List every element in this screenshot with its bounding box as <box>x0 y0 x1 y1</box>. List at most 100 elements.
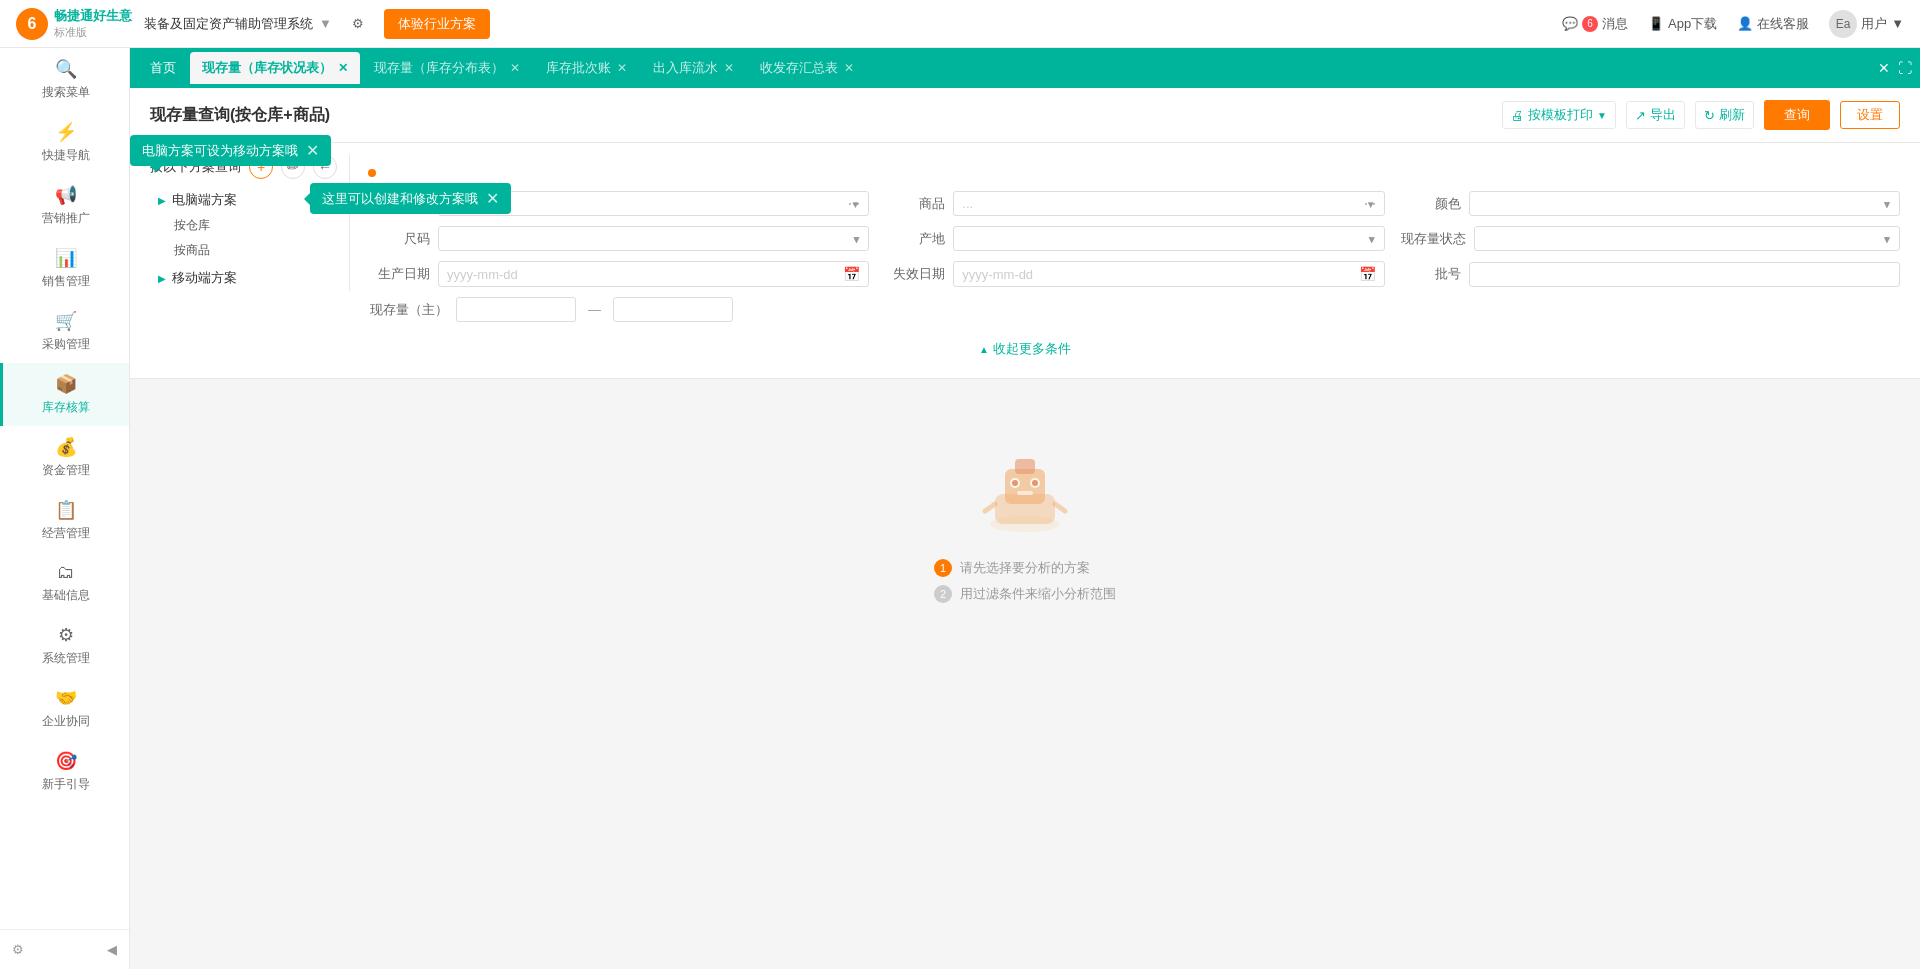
sidebar-item-basic-info[interactable]: 🗂 基础信息 <box>0 552 129 614</box>
tab-home[interactable]: 首页 <box>138 52 188 84</box>
tooltip-create-scheme: 这里可以创建和修改方案哦 ✕ <box>310 183 511 214</box>
trial-button[interactable]: 体验行业方案 <box>384 9 490 39</box>
empty-tips: 1 请先选择要分析的方案 2 用过滤条件来缩小分析范围 <box>934 559 1116 603</box>
operations-icon: 📋 <box>55 499 77 521</box>
goods-more-icon: ⋯ <box>1364 197 1376 211</box>
set-button[interactable]: 设置 <box>1840 101 1900 129</box>
svg-line-9 <box>985 504 995 511</box>
app-download-item[interactable]: 📱 App下载 <box>1648 15 1717 33</box>
sidebar-item-label: 营销推广 <box>42 210 90 227</box>
stock-main-to[interactable] <box>613 297 733 322</box>
stock-status-select[interactable] <box>1474 226 1900 251</box>
empty-tip-2: 2 用过滤条件来缩小分析范围 <box>934 585 1116 603</box>
scheme-item-by-warehouse[interactable]: 按仓库 <box>150 213 339 238</box>
avatar: Ea <box>1829 10 1857 38</box>
exp-date-calendar-icon: 📅 <box>1359 266 1376 282</box>
tooltip-close-create[interactable]: ✕ <box>486 189 499 208</box>
sidebar-item-label: 资金管理 <box>42 462 90 479</box>
system-title-dropdown-icon[interactable]: ▼ <box>319 16 332 31</box>
exp-date-input[interactable]: yyyy-mm-dd 📅 <box>953 261 1384 287</box>
tab-in-out-flow[interactable]: 出入库流水 ✕ <box>641 52 746 84</box>
user-menu[interactable]: Ea 用户 ▼ <box>1829 10 1904 38</box>
tab-batch-account[interactable]: 库存批次账 ✕ <box>534 52 639 84</box>
svg-rect-3 <box>1015 459 1035 474</box>
sidebar-item-label: 快捷导航 <box>42 147 90 164</box>
sidebar-item-label: 采购管理 <box>42 336 90 353</box>
refresh-button[interactable]: ↻ 刷新 <box>1695 101 1754 129</box>
mfg-date-calendar-icon: 📅 <box>843 266 860 282</box>
page-header: 现存量查询(按仓库+商品) 🖨 按模板打印 ▼ ↗ 导出 ↻ <box>130 88 1920 143</box>
tab-inventory-dist[interactable]: 现存量（库存分布表） ✕ <box>362 52 532 84</box>
tab-fullscreen-icon[interactable]: ⛶ <box>1898 60 1912 76</box>
collapse-icon: ▲ <box>979 344 989 355</box>
refresh-icon: ↻ <box>1704 108 1715 123</box>
tab-close-inventory-status[interactable]: ✕ <box>338 61 348 75</box>
sidebar-item-sales-mgmt[interactable]: 📊 销售管理 <box>0 237 129 300</box>
scheme-item-by-goods[interactable]: 按商品 <box>150 238 339 263</box>
sidebar-item-enterprise-coop[interactable]: 🤝 企业协同 <box>0 677 129 740</box>
system-title: 装备及固定资产辅助管理系统 ▼ <box>144 15 332 33</box>
size-select[interactable] <box>438 226 869 251</box>
sidebar-item-label: 系统管理 <box>42 650 90 667</box>
tab-close-receipt-summary[interactable]: ✕ <box>844 61 854 75</box>
template-print-button[interactable]: 🖨 按模板打印 ▼ <box>1502 101 1616 129</box>
stock-main-from[interactable] <box>456 297 576 322</box>
batch-input[interactable] <box>1469 262 1900 287</box>
settings-icon[interactable]: ⚙ <box>344 10 372 38</box>
sidebar-item-new-user-guide[interactable]: 🎯 新手引导 <box>0 740 129 803</box>
sidebar-item-label: 库存核算 <box>42 399 90 416</box>
sidebar-item-sales-promo[interactable]: 📢 营销推广 <box>0 174 129 237</box>
sidebar-footer: ⚙ ◀ <box>0 929 129 969</box>
notification-item[interactable]: 💬 6 消息 <box>1562 15 1628 33</box>
basic-info-icon: 🗂 <box>57 562 75 583</box>
promo-icon: 📢 <box>55 184 77 206</box>
tab-close-inventory-dist[interactable]: ✕ <box>510 61 520 75</box>
scheme-group-mobile-header[interactable]: ▶ 移动端方案 <box>150 265 339 291</box>
export-button[interactable]: ↗ 导出 <box>1626 101 1685 129</box>
query-button[interactable]: 查询 <box>1764 100 1830 130</box>
system-icon: ⚙ <box>58 624 74 646</box>
origin-label: 产地 <box>885 230 945 248</box>
quick-nav-icon: ⚡ <box>55 121 77 143</box>
tab-close-in-out-flow[interactable]: ✕ <box>724 61 734 75</box>
mfg-date-input[interactable]: yyyy-mm-dd 📅 <box>438 261 869 287</box>
collapse-btn[interactable]: ▲ 收起更多条件 <box>150 332 1900 366</box>
origin-select[interactable] <box>953 226 1384 251</box>
tab-close-all-icon[interactable]: ✕ <box>1878 60 1890 76</box>
sidebar-item-operations-mgmt[interactable]: 📋 经营管理 <box>0 489 129 552</box>
inventory-icon: 📦 <box>55 373 77 395</box>
logo-icon: 6 <box>16 8 48 40</box>
color-select[interactable] <box>1469 191 1900 216</box>
goods-label: 商品 <box>885 195 945 213</box>
sidebar-item-asset-mgmt[interactable]: 💰 资金管理 <box>0 426 129 489</box>
sidebar-item-label: 新手引导 <box>42 776 90 793</box>
page-actions: 🖨 按模板打印 ▼ ↗ 导出 ↻ 刷新 查询 设置 <box>1502 100 1900 130</box>
purchase-icon: 🛒 <box>55 310 77 332</box>
sidebar-item-purchase-mgmt[interactable]: 🛒 采购管理 <box>0 300 129 363</box>
warehouse-more-icon: ⋯ <box>848 197 860 211</box>
sidebar-item-inventory-calc[interactable]: 📦 库存核算 <box>0 363 129 426</box>
filter-area: 按以下方案查询 + ✏ ← 这里可以 <box>130 143 1920 379</box>
scheme-group-mobile: ▶ 移动端方案 <box>150 265 339 291</box>
tip-num-1: 1 <box>934 559 952 577</box>
sidebar-collapse-icon[interactable]: ◀ <box>107 942 117 957</box>
online-support-item[interactable]: 👤 在线客服 <box>1737 15 1809 33</box>
tab-close-batch-account[interactable]: ✕ <box>617 61 627 75</box>
sidebar-settings-icon[interactable]: ⚙ <box>12 942 24 957</box>
exp-date-label: 失效日期 <box>885 265 945 283</box>
sidebar-item-system-mgmt[interactable]: ⚙ 系统管理 <box>0 614 129 677</box>
logo-text: 畅捷通好生意 标准版 <box>54 8 132 39</box>
export-icon: ↗ <box>1635 108 1646 123</box>
size-label: 尺码 <box>370 230 430 248</box>
tooltip-close-pc-mobile[interactable]: ✕ <box>306 141 319 160</box>
user-dropdown-icon: ▼ <box>1891 16 1904 31</box>
svg-point-6 <box>1012 480 1018 486</box>
tab-inventory-status[interactable]: 现存量（库存状况表） ✕ <box>190 52 360 84</box>
tab-receipt-summary[interactable]: 收发存汇总表 ✕ <box>748 52 866 84</box>
color-label: 颜色 <box>1401 195 1461 213</box>
sidebar-item-quick-nav[interactable]: ⚡ 快捷导航 <box>0 111 129 174</box>
sidebar-item-search-menu[interactable]: 🔍 搜索菜单 <box>0 48 129 111</box>
app-icon: 📱 <box>1648 16 1664 31</box>
notification-label: 消息 <box>1602 15 1628 33</box>
empty-tip-1: 1 请先选择要分析的方案 <box>934 559 1116 577</box>
